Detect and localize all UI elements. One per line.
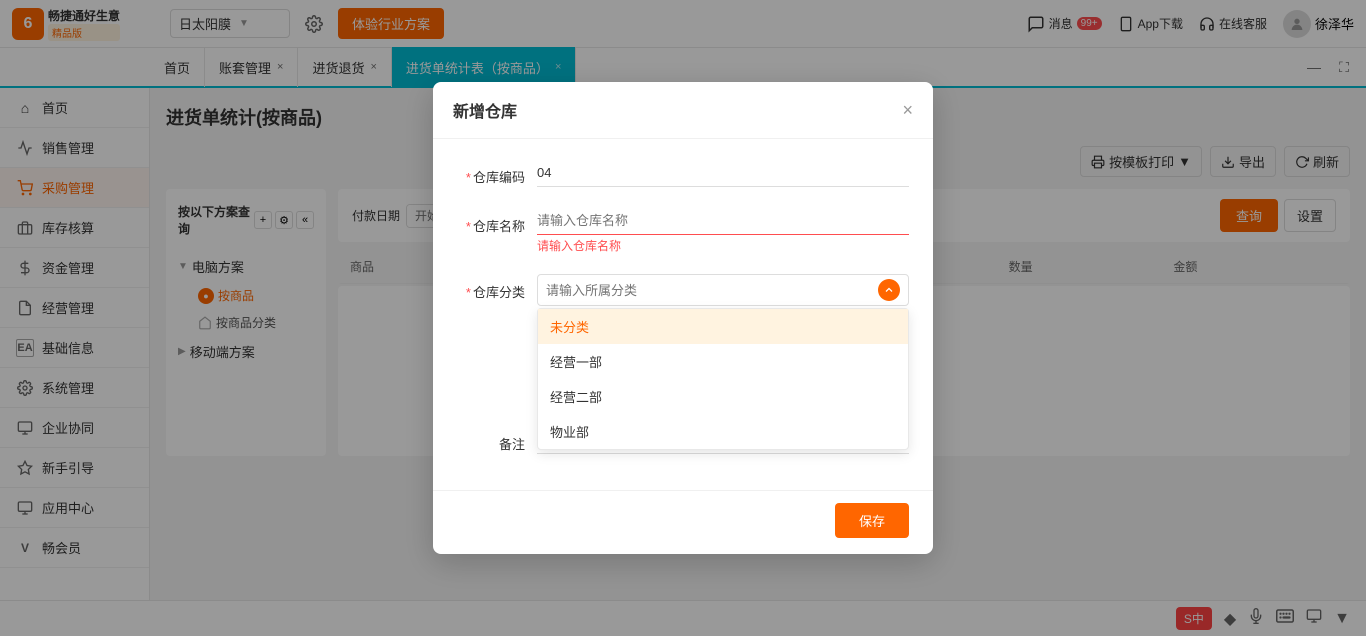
note-label: 备注	[457, 426, 537, 453]
modal-footer: 保存	[433, 490, 933, 554]
category-dropdown: 未分类 经营一部 经营二部 物业部	[537, 308, 909, 450]
category-input[interactable]	[546, 283, 878, 298]
category-select-wrap: 未分类 经营一部 经营二部 物业部	[537, 274, 909, 306]
name-error-msg: 请输入仓库名称	[537, 237, 621, 254]
warehouse-code-row: 仓库编码	[457, 159, 909, 187]
code-label: 仓库编码	[457, 159, 537, 186]
dropdown-item-property[interactable]: 物业部	[538, 414, 908, 449]
warehouse-category-row: 仓库分类 未分类 经营一部 经营二部 物业部	[457, 274, 909, 306]
dropdown-item-uncategorized[interactable]: 未分类	[538, 309, 908, 344]
new-warehouse-modal: 新增仓库 × 仓库编码 仓库名称 请输入仓库名称 仓库分类	[433, 82, 933, 554]
dropdown-item-dept1[interactable]: 经营一部	[538, 344, 908, 379]
category-toggle-btn[interactable]	[878, 279, 900, 301]
modal-header: 新增仓库 ×	[433, 82, 933, 139]
category-label: 仓库分类	[457, 274, 537, 301]
warehouse-name-input[interactable]	[537, 207, 909, 235]
name-label: 仓库名称	[457, 208, 537, 235]
dropdown-item-dept2[interactable]: 经营二部	[538, 379, 908, 414]
modal-close-btn[interactable]: ×	[902, 101, 913, 119]
modal-title: 新增仓库	[453, 98, 517, 122]
warehouse-name-row: 仓库名称 请输入仓库名称	[457, 207, 909, 254]
save-btn[interactable]: 保存	[835, 503, 909, 538]
category-input-row	[537, 274, 909, 306]
warehouse-code-input[interactable]	[537, 159, 909, 187]
modal-body: 仓库编码 仓库名称 请输入仓库名称 仓库分类	[433, 139, 933, 490]
modal-overlay: 新增仓库 × 仓库编码 仓库名称 请输入仓库名称 仓库分类	[0, 0, 1366, 636]
